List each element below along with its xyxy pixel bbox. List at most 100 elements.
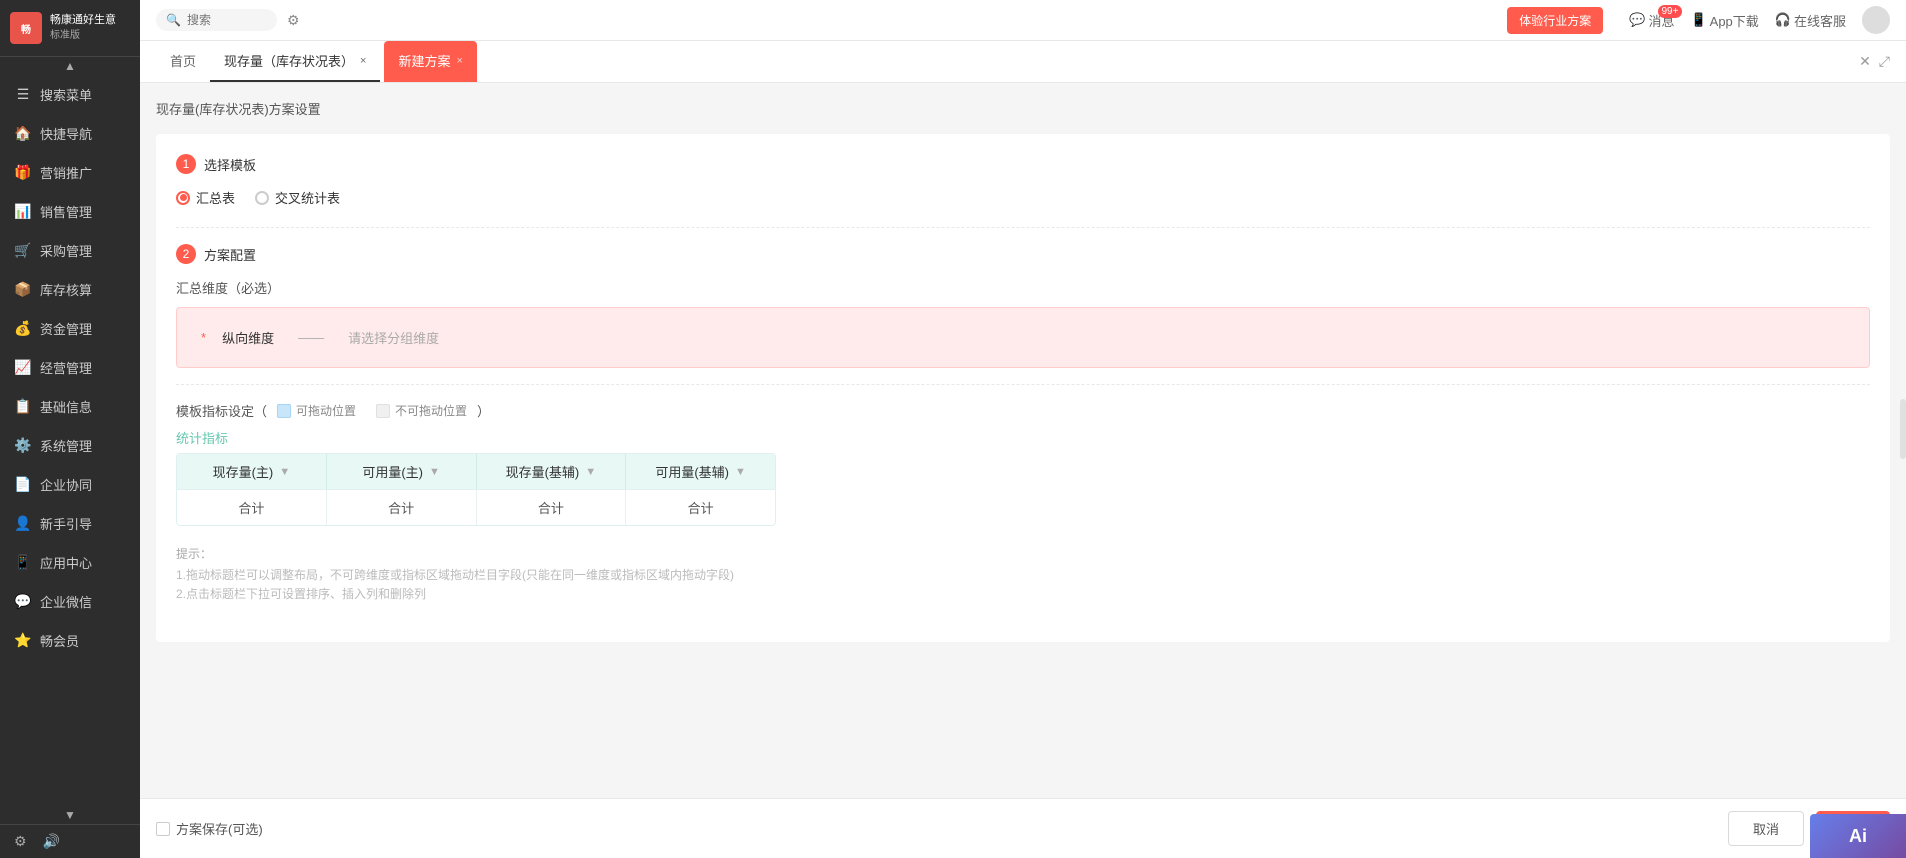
stats-header-cell-2[interactable]: 现存量(基辅) ▼: [477, 454, 627, 489]
save-checkbox[interactable]: [156, 822, 170, 836]
step1-header: 1 选择模板: [176, 154, 1870, 174]
expand-button[interactable]: ⤢: [1879, 53, 1890, 70]
tab-inventory-close[interactable]: ×: [360, 55, 366, 67]
radio-cross[interactable]: 交叉统计表: [255, 188, 340, 207]
dim-placeholder[interactable]: 请选择分组维度: [348, 328, 439, 347]
tips-title: 提示：: [176, 545, 1870, 562]
money-icon: 💰: [14, 320, 32, 338]
tab-new-plan[interactable]: 新建方案 ×: [384, 41, 476, 82]
close-window-button[interactable]: ✕: [1859, 53, 1871, 70]
sidebar-item-basic-info[interactable]: 📋 基础信息: [0, 387, 140, 426]
sidebar-item-marketing[interactable]: 🎁 营销推广: [0, 153, 140, 192]
contract-icon: 📄: [14, 476, 32, 494]
search-menu-icon: ☰: [14, 86, 32, 104]
radio-cross-circle: [255, 191, 269, 205]
sidebar-item-quick-nav[interactable]: 🏠 快捷导航: [0, 114, 140, 153]
sidebar-item-operations[interactable]: 📈 经营管理: [0, 348, 140, 387]
dimension-select-area: * 纵向维度 —— 请选择分组维度: [176, 307, 1870, 368]
tips-item-1: 2.点击标题栏下拉可设置排序、插入列和删除列: [176, 585, 1870, 602]
sidebar-scroll-down[interactable]: ▼: [0, 806, 140, 824]
legend-non-draggable: 不可拖动位置: [376, 402, 467, 419]
chevron-down-icon-1[interactable]: ▼: [429, 466, 440, 478]
sidebar-scroll-up[interactable]: ▲: [0, 57, 140, 75]
chart-icon: 📈: [14, 359, 32, 377]
sidebar-item-new-guide[interactable]: 👤 新手引导: [0, 504, 140, 543]
tips-item-0: 1.拖动标题栏可以调整布局，不可跨维度或指标区域拖动栏目字段(只能在同一维度或指…: [176, 566, 1870, 583]
sidebar-nav: ☰ 搜索菜单 🏠 快捷导航 🎁 营销推广 📊 销售管理 🛒 采购管理 📦 库存核…: [0, 75, 140, 806]
draggable-box: [277, 404, 291, 418]
main-card: 1 选择模板 汇总表 交叉统计表 2: [156, 134, 1890, 642]
app-download-button[interactable]: 📱 App下载: [1690, 11, 1758, 30]
step2-title: 方案配置: [204, 245, 256, 264]
audio-bottom-button[interactable]: 🔊: [43, 833, 60, 850]
main-area: 🔍 ⚙ 体验行业方案 💬 消息 99+ 📱 App下载 🎧 在线客服 首页: [140, 0, 1906, 858]
topbar: 🔍 ⚙ 体验行业方案 💬 消息 99+ 📱 App下载 🎧 在线客服: [140, 0, 1906, 41]
brand-name: 畅康通好生意 标准版: [50, 13, 116, 42]
step1-number: 1: [176, 154, 196, 174]
stats-table: 现存量(主) ▼ 可用量(主) ▼ 现存量(基辅) ▼: [176, 453, 776, 526]
radio-summary[interactable]: 汇总表: [176, 188, 235, 207]
divider2: [176, 384, 1870, 385]
trial-button[interactable]: 体验行业方案: [1507, 7, 1603, 34]
ai-badge[interactable]: Ai: [1810, 814, 1906, 858]
sidebar-item-finance[interactable]: 💰 资金管理: [0, 309, 140, 348]
vertical-dim-label: 纵向维度: [222, 328, 274, 347]
summary-dim-label: 汇总维度（必选）: [176, 278, 1870, 297]
stats-data-cell-0-2: 合计: [477, 490, 627, 525]
stats-header-cell-3[interactable]: 可用量(基辅) ▼: [626, 454, 775, 489]
non-draggable-box: [376, 404, 390, 418]
step2-number: 2: [176, 244, 196, 264]
indicator-settings: 模板指标设定（ 可拖动位置 不可拖动位置 ） 统计指标: [176, 401, 1870, 529]
sidebar-item-purchase[interactable]: 🛒 采购管理: [0, 231, 140, 270]
chevron-down-icon-2[interactable]: ▼: [585, 466, 596, 478]
sidebar-item-member[interactable]: ⭐ 畅会员: [0, 621, 140, 660]
wechat-icon: 💬: [14, 593, 32, 611]
divider1: [176, 227, 1870, 228]
cancel-button[interactable]: 取消: [1728, 811, 1804, 846]
user-icon: 👤: [14, 515, 32, 533]
sidebar-item-search-menu[interactable]: ☰ 搜索菜单: [0, 75, 140, 114]
search-icon: 🔍: [166, 13, 181, 27]
headset-icon: 🎧: [1775, 12, 1791, 28]
sidebar-item-sales[interactable]: 📊 销售管理: [0, 192, 140, 231]
message-icon: 💬: [1629, 12, 1645, 28]
sidebar-item-inventory[interactable]: 📦 库存核算: [0, 270, 140, 309]
search-bar[interactable]: 🔍: [156, 9, 277, 31]
sidebar-bottom: ⚙ 🔊: [0, 824, 140, 858]
page-title: 现存量(库存状况表)方案设置: [156, 99, 1890, 118]
legend-draggable: 可拖动位置: [277, 402, 356, 419]
topbar-icons: 💬 消息 99+ 📱 App下载 🎧 在线客服: [1629, 6, 1890, 34]
stats-header-cell-0[interactable]: 现存量(主) ▼: [177, 454, 327, 489]
sidebar-item-wechat[interactable]: 💬 企业微信: [0, 582, 140, 621]
message-button[interactable]: 💬 消息 99+: [1629, 11, 1674, 30]
bottom-bar: 方案保存(可选) 取消 查询: [140, 798, 1906, 858]
sidebar-item-system[interactable]: ⚙️ 系统管理: [0, 426, 140, 465]
stats-header-cell-1[interactable]: 可用量(主) ▼: [327, 454, 477, 489]
topbar-gear-button[interactable]: ⚙: [287, 12, 300, 29]
sidebar-item-app-center[interactable]: 📱 应用中心: [0, 543, 140, 582]
settings-bottom-button[interactable]: ⚙: [14, 833, 27, 850]
save-option[interactable]: 方案保存(可选): [156, 819, 263, 838]
sidebar-item-contract[interactable]: 📄 企业协同: [0, 465, 140, 504]
tab-home[interactable]: 首页: [156, 41, 210, 82]
gift-icon: 🎁: [14, 164, 32, 182]
chevron-down-icon-0[interactable]: ▼: [279, 466, 290, 478]
stats-data-cell-0-3: 合计: [626, 490, 775, 525]
online-service-button[interactable]: 🎧 在线客服: [1775, 11, 1846, 30]
stats-header-row: 现存量(主) ▼ 可用量(主) ▼ 现存量(基辅) ▼: [177, 454, 775, 489]
stats-data-row-0: 合计 合计 合计 合计: [177, 489, 775, 525]
tab-inventory[interactable]: 现存量（库存状况表） ×: [210, 41, 380, 82]
message-badge: 99+: [1658, 5, 1683, 18]
gear-icon: ⚙️: [14, 437, 32, 455]
sidebar: 畅 畅康通好生意 标准版 ▲ ☰ 搜索菜单 🏠 快捷导航 🎁 营销推广 📊 销售…: [0, 0, 140, 858]
chevron-down-icon-3[interactable]: ▼: [735, 466, 746, 478]
tab-new-plan-close[interactable]: ×: [456, 55, 462, 67]
star-icon: ⭐: [14, 632, 32, 650]
user-avatar[interactable]: [1862, 6, 1890, 34]
search-input[interactable]: [187, 13, 267, 27]
mobile-icon: 📱: [14, 554, 32, 572]
box-icon: 📦: [14, 281, 32, 299]
radio-summary-circle: [176, 191, 190, 205]
tips-section: 提示： 1.拖动标题栏可以调整布局，不可跨维度或指标区域拖动栏目字段(只能在同一…: [176, 545, 1870, 602]
dim-separator: ——: [298, 330, 324, 345]
